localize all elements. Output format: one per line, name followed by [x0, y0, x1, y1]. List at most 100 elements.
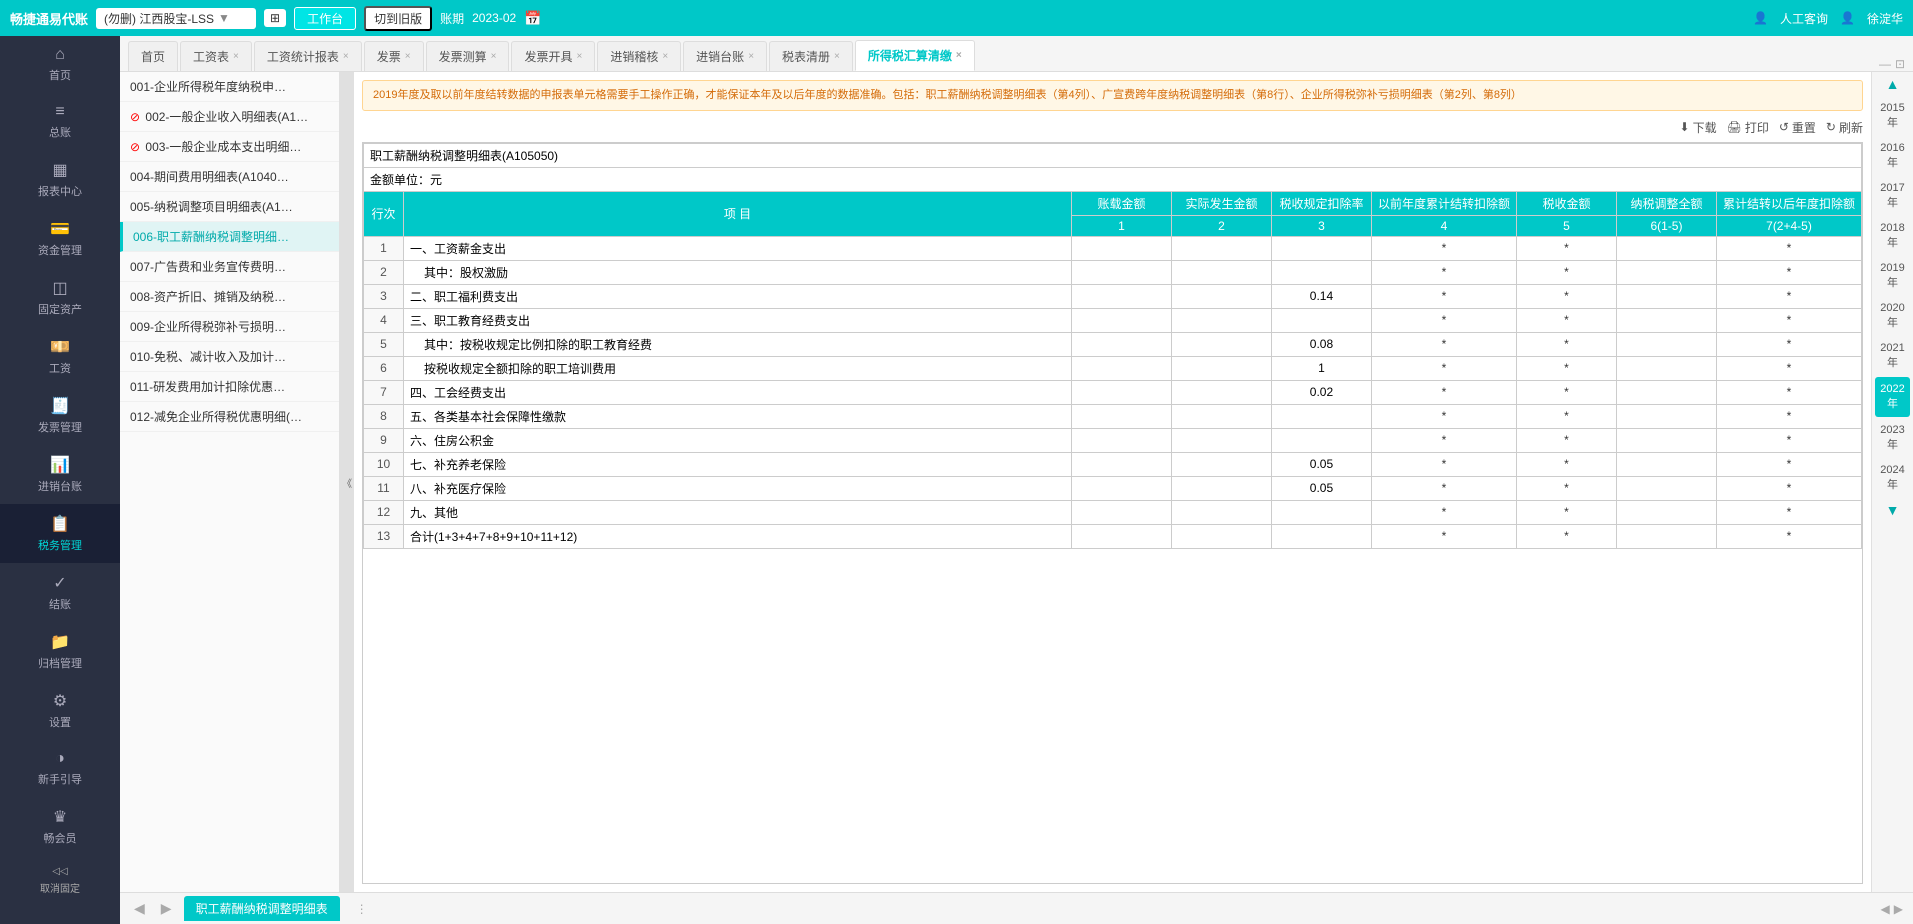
table-row[interactable]: 6 按税收规定全额扣除的职工培训费用 1 * * *	[364, 356, 1862, 380]
cell-col1[interactable]	[1071, 524, 1171, 548]
table-row[interactable]: 11 八、补充医疗保险 0.05 * * *	[364, 476, 1862, 500]
cell-col3[interactable]	[1271, 524, 1371, 548]
table-row[interactable]: 4 三、职工教育经费支出 * * *	[364, 308, 1862, 332]
year-item[interactable]: 2019年	[1872, 256, 1913, 296]
sidebar-item-archive[interactable]: 📁 归档管理	[0, 622, 120, 681]
year-nav-up[interactable]: ▲	[1882, 72, 1904, 96]
cell-col3[interactable]: 0.05	[1271, 452, 1371, 476]
tab-invoice-close[interactable]: ×	[405, 51, 411, 62]
sidebar-item-close-book[interactable]: ✓ 结账	[0, 563, 120, 622]
table-row[interactable]: 13 合计(1+3+4+7+8+9+10+11+12) * * *	[364, 524, 1862, 548]
scroll-left-icon[interactable]: ◀	[1881, 902, 1890, 916]
cell-col3[interactable]: 0.14	[1271, 284, 1371, 308]
file-item-010[interactable]: 010-免税、减计收入及加计…	[120, 342, 339, 372]
cell-col6[interactable]	[1616, 500, 1716, 524]
cell-col1[interactable]	[1071, 452, 1171, 476]
year-nav-down[interactable]: ▼	[1882, 498, 1904, 522]
cell-col1[interactable]	[1071, 500, 1171, 524]
cell-col6[interactable]	[1616, 308, 1716, 332]
sidebar-item-new-guide[interactable]: ◑ 新手引导	[0, 740, 120, 797]
company-selector[interactable]: (勿删) 江西股宝-LSS ▼	[96, 8, 256, 29]
table-row[interactable]: 7 四、工会经费支出 0.02 * * *	[364, 380, 1862, 404]
year-item[interactable]: 2022年	[1875, 377, 1910, 417]
file-item-002[interactable]: ⊘ 002-一般企业收入明细表(A1…	[120, 102, 339, 132]
cell-col2[interactable]	[1171, 452, 1271, 476]
tab-tax-clear[interactable]: 税表清册 ×	[769, 41, 853, 71]
table-row[interactable]: 5 其中：按税收规定比例扣除的职工教育经费 0.08 * * *	[364, 332, 1862, 356]
year-item[interactable]: 2017年	[1872, 176, 1913, 216]
file-item-005[interactable]: 005-纳税调整项目明细表(A1…	[120, 192, 339, 222]
file-item-004[interactable]: 004-期间费用明细表(A1040…	[120, 162, 339, 192]
cell-col1[interactable]	[1071, 476, 1171, 500]
year-item[interactable]: 2023年	[1872, 418, 1913, 458]
cell-col6[interactable]	[1616, 404, 1716, 428]
collapse-btn[interactable]: 《	[340, 72, 354, 892]
tab-payroll[interactable]: 工资表 ×	[180, 41, 252, 71]
cell-col2[interactable]	[1171, 476, 1271, 500]
cell-col1[interactable]	[1071, 356, 1171, 380]
tab-invoice[interactable]: 发票 ×	[364, 41, 424, 71]
year-item[interactable]: 2016年	[1872, 136, 1913, 176]
year-item[interactable]: 2021年	[1872, 336, 1913, 376]
service-label[interactable]: 人工客询	[1780, 10, 1828, 27]
cell-col1[interactable]	[1071, 260, 1171, 284]
year-item[interactable]: 2018年	[1872, 216, 1913, 256]
reset-button[interactable]: ↺ 重置	[1779, 119, 1816, 136]
file-item-007[interactable]: 007-广告费和业务宣传费明…	[120, 252, 339, 282]
cell-col3[interactable]	[1271, 308, 1371, 332]
cell-col2[interactable]	[1171, 524, 1271, 548]
sidebar-item-cancel-fixed[interactable]: ◁◁ 取消固定	[0, 856, 120, 905]
tab-sales-ledger[interactable]: 进销台账 ×	[683, 41, 767, 71]
file-item-011[interactable]: 011-研发费用加计扣除优惠…	[120, 372, 339, 402]
cell-col1[interactable]	[1071, 404, 1171, 428]
print-button[interactable]: 🖨 打印	[1727, 119, 1769, 136]
company-icon-btn[interactable]: ⊞	[264, 9, 286, 27]
tab-invoice-open-close[interactable]: ×	[576, 51, 582, 62]
scroll-right-icon[interactable]: ▶	[1894, 902, 1903, 916]
year-item[interactable]: 2020年	[1872, 296, 1913, 336]
cell-col3[interactable]: 1	[1271, 356, 1371, 380]
cell-col2[interactable]	[1171, 284, 1271, 308]
tab-invoice-calc[interactable]: 发票测算 ×	[426, 41, 510, 71]
cell-col2[interactable]	[1171, 404, 1271, 428]
cell-col6[interactable]	[1616, 332, 1716, 356]
cell-col3[interactable]: 0.08	[1271, 332, 1371, 356]
tab-home[interactable]: 首页	[128, 41, 178, 71]
cell-col1[interactable]	[1071, 236, 1171, 260]
sidebar-item-tax-mgmt[interactable]: 📋 税务管理	[0, 504, 120, 563]
tab-income-tax-close[interactable]: ×	[956, 50, 962, 61]
cell-col3[interactable]	[1271, 236, 1371, 260]
oldver-button[interactable]: 切到旧版	[364, 6, 432, 31]
sidebar-item-salary[interactable]: 💴 工资	[0, 327, 120, 386]
file-item-008[interactable]: 008-资产折旧、摊销及纳税…	[120, 282, 339, 312]
cell-col6[interactable]	[1616, 380, 1716, 404]
table-row[interactable]: 10 七、补充养老保险 0.05 * * *	[364, 452, 1862, 476]
sidebar-item-report-center[interactable]: ▦ 报表中心	[0, 150, 120, 209]
tab-invoice-open[interactable]: 发票开具 ×	[511, 41, 595, 71]
year-item[interactable]: 2024年	[1872, 458, 1913, 498]
tab-payroll-stat[interactable]: 工资统计报表 ×	[254, 41, 362, 71]
company-dropdown-icon[interactable]: ▼	[218, 11, 230, 25]
download-button[interactable]: ⬇ 下载	[1680, 119, 1717, 136]
cell-col1[interactable]	[1071, 428, 1171, 452]
sidebar-item-general-ledger[interactable]: ≡ 总账	[0, 93, 120, 150]
cell-col2[interactable]	[1171, 428, 1271, 452]
refresh-button[interactable]: ↻ 刷新	[1826, 119, 1863, 136]
cell-col2[interactable]	[1171, 260, 1271, 284]
cell-col3[interactable]: 0.05	[1271, 476, 1371, 500]
table-row[interactable]: 2 其中：股权激励 * * *	[364, 260, 1862, 284]
tab-income-tax[interactable]: 所得税汇算清缴 ×	[855, 40, 975, 71]
file-item-001[interactable]: 001-企业所得税年度纳税申…	[120, 72, 339, 102]
cell-col2[interactable]	[1171, 500, 1271, 524]
cell-col1[interactable]	[1071, 380, 1171, 404]
cell-col6[interactable]	[1616, 428, 1716, 452]
sidebar-item-asset-mgmt[interactable]: 💳 资金管理	[0, 209, 120, 268]
cell-col2[interactable]	[1171, 236, 1271, 260]
tab-input-check-close[interactable]: ×	[662, 51, 668, 62]
tab-payroll-stat-close[interactable]: ×	[343, 51, 349, 62]
year-item[interactable]: 2015年	[1872, 96, 1913, 136]
table-row[interactable]: 9 六、住房公积金 * * *	[364, 428, 1862, 452]
table-row[interactable]: 12 九、其他 * * *	[364, 500, 1862, 524]
cell-col3[interactable]	[1271, 260, 1371, 284]
file-item-012[interactable]: 012-减免企业所得税优惠明细(…	[120, 402, 339, 432]
